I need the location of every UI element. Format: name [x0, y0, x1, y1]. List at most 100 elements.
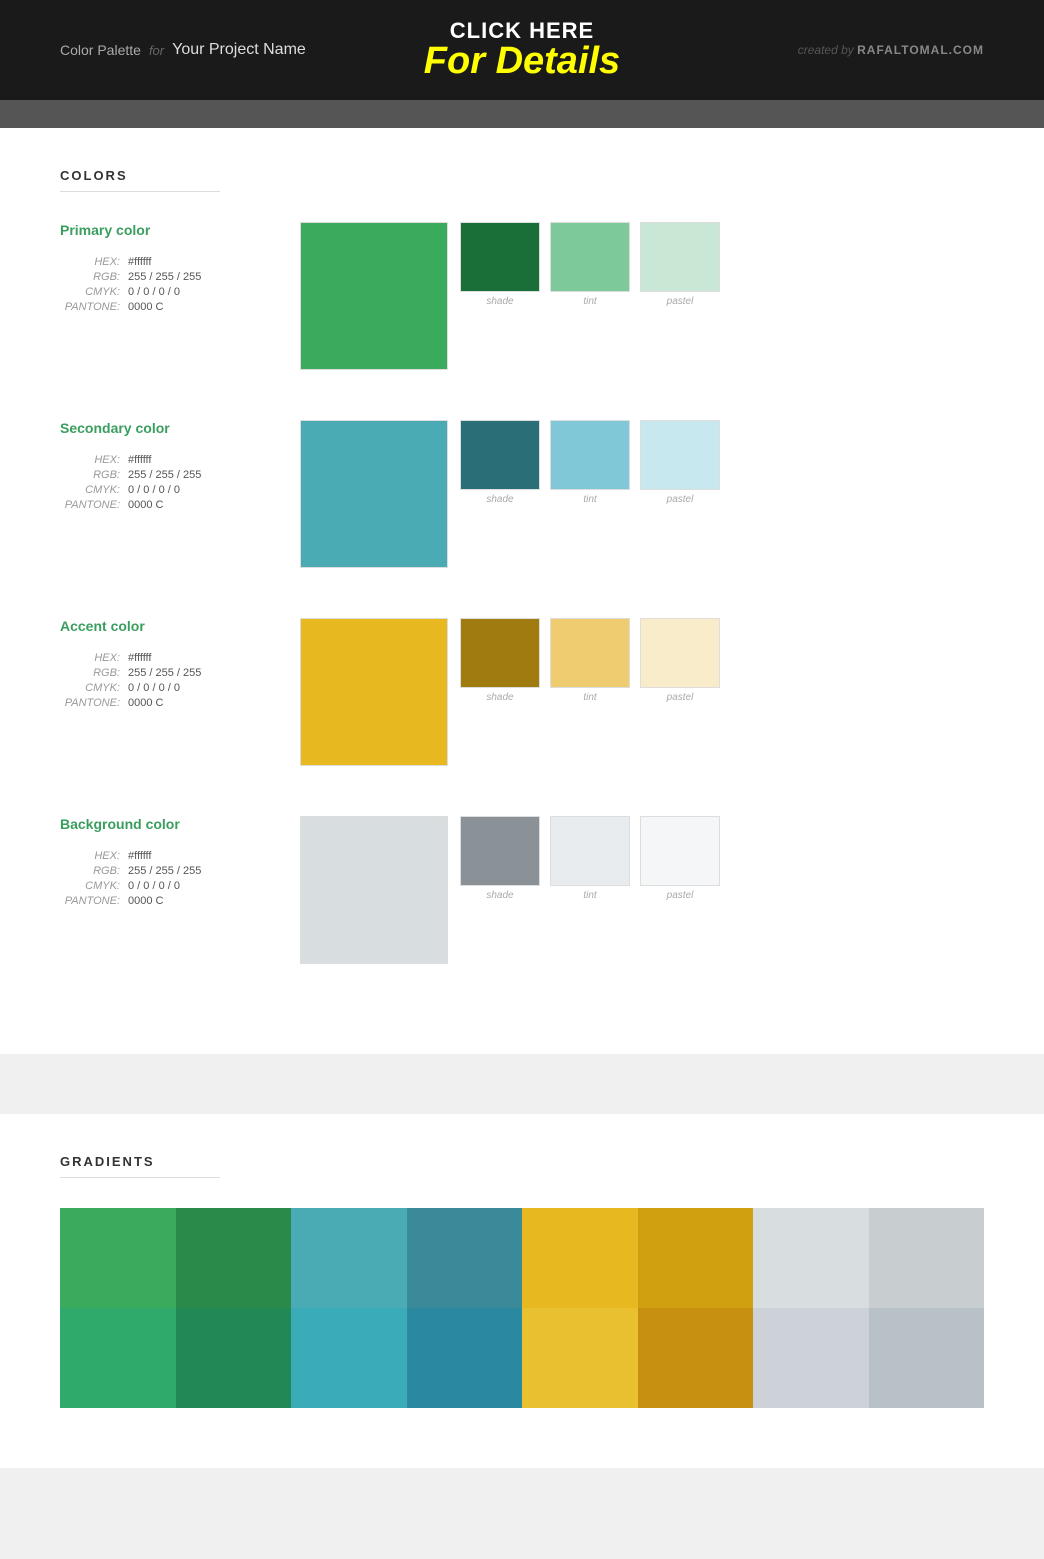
color-label-0: Primary color [60, 222, 280, 238]
site-name: RAFALTOMAL.COM [857, 43, 984, 57]
header-left: Color Palette for Your Project Name [60, 41, 306, 59]
tint-label-2: tint [583, 692, 596, 703]
gradient-row-1 [60, 1308, 984, 1408]
shade-swatch-1 [460, 420, 540, 490]
swatches-area-3: shade tint pastel [300, 816, 720, 964]
pastel-label-2: pastel [667, 692, 694, 703]
gradient-cell-0-1 [176, 1208, 292, 1308]
variant-swatches-1: shade tint pastel [460, 420, 720, 505]
pastel-swatch-0 [640, 222, 720, 292]
pastel-swatch-2 [640, 618, 720, 688]
gradient-cell-1-5 [638, 1308, 754, 1408]
variant-swatches-2: shade tint pastel [460, 618, 720, 703]
project-name: Your Project Name [172, 41, 306, 59]
header-for-text: for [149, 43, 164, 58]
gradient-cell-0-5 [638, 1208, 754, 1308]
main-content: COLORS Primary color HEX:#ffffff RGB:255… [0, 128, 1044, 1054]
gradients-section: GRADIENTS [0, 1114, 1044, 1468]
main-swatch-1 [300, 420, 448, 568]
tint-wrap-1: tint [550, 420, 630, 505]
color-section-3: Background color HEX:#ffffff RGB:255 / 2… [60, 816, 984, 964]
variant-row-0: shade tint pastel [460, 222, 720, 307]
pastel-label-3: pastel [667, 890, 694, 901]
color-section-2: Accent color HEX:#ffffff RGB:255 / 255 /… [60, 618, 984, 766]
tint-swatch-2 [550, 618, 630, 688]
gradient-cell-1-0 [60, 1308, 176, 1408]
shade-wrap-3: shade [460, 816, 540, 901]
gradient-cell-1-4 [522, 1308, 638, 1408]
tint-label-0: tint [583, 296, 596, 307]
variant-swatches-3: shade tint pastel [460, 816, 720, 901]
colors-section-title: COLORS [60, 168, 220, 192]
shade-label-0: shade [486, 296, 513, 307]
tint-swatch-0 [550, 222, 630, 292]
main-swatch-0 [300, 222, 448, 370]
pastel-wrap-3: pastel [640, 816, 720, 901]
color-spec-0: HEX:#ffffff RGB:255 / 255 / 255 CMYK:0 /… [60, 256, 280, 313]
pastel-wrap-0: pastel [640, 222, 720, 307]
section-divider [0, 1054, 1044, 1074]
created-by-label: created by [798, 43, 854, 57]
variant-row-1: shade tint pastel [460, 420, 720, 505]
gradient-cell-1-3 [407, 1308, 523, 1408]
tint-label-3: tint [583, 890, 596, 901]
colors-container: Primary color HEX:#ffffff RGB:255 / 255 … [60, 222, 984, 964]
gradient-cell-1-7 [869, 1308, 985, 1408]
color-label-2: Accent color [60, 618, 280, 634]
gradient-cell-1-1 [176, 1308, 292, 1408]
sub-header-bar [0, 100, 1044, 128]
variant-row-3: shade tint pastel [460, 816, 720, 901]
gradient-grid [60, 1208, 984, 1408]
gradient-cell-1-6 [753, 1308, 869, 1408]
color-spec-1: HEX:#ffffff RGB:255 / 255 / 255 CMYK:0 /… [60, 454, 280, 511]
shade-label-1: shade [486, 494, 513, 505]
main-swatch-3 [300, 816, 448, 964]
for-details-text: For Details [424, 42, 620, 80]
color-info-1: Secondary color HEX:#ffffff RGB:255 / 25… [60, 420, 280, 511]
header: Color Palette for Your Project Name CLIC… [0, 0, 1044, 100]
header-center-cta[interactable]: CLICK HERE For Details [424, 20, 620, 80]
pastel-swatch-3 [640, 816, 720, 886]
color-info-3: Background color HEX:#ffffff RGB:255 / 2… [60, 816, 280, 907]
shade-wrap-0: shade [460, 222, 540, 307]
gradient-cell-1-2 [291, 1308, 407, 1408]
shade-wrap-1: shade [460, 420, 540, 505]
color-info-2: Accent color HEX:#ffffff RGB:255 / 255 /… [60, 618, 280, 709]
tint-swatch-1 [550, 420, 630, 490]
swatches-area-0: shade tint pastel [300, 222, 720, 370]
color-section-1: Secondary color HEX:#ffffff RGB:255 / 25… [60, 420, 984, 568]
gradients-section-title: GRADIENTS [60, 1154, 220, 1178]
pastel-swatch-1 [640, 420, 720, 490]
tint-wrap-3: tint [550, 816, 630, 901]
shade-swatch-2 [460, 618, 540, 688]
color-label-1: Secondary color [60, 420, 280, 436]
pastel-label-1: pastel [667, 494, 694, 505]
shade-label-3: shade [486, 890, 513, 901]
gradient-cell-0-6 [753, 1208, 869, 1308]
swatches-area-2: shade tint pastel [300, 618, 720, 766]
tint-wrap-2: tint [550, 618, 630, 703]
shade-swatch-3 [460, 816, 540, 886]
color-info-0: Primary color HEX:#ffffff RGB:255 / 255 … [60, 222, 280, 313]
palette-title: Color Palette [60, 42, 141, 58]
tint-label-1: tint [583, 494, 596, 505]
color-section-0: Primary color HEX:#ffffff RGB:255 / 255 … [60, 222, 984, 370]
header-right: created by RAFALTOMAL.COM [798, 43, 984, 57]
tint-swatch-3 [550, 816, 630, 886]
click-here-text: CLICK HERE [424, 20, 620, 42]
gradient-cell-0-0 [60, 1208, 176, 1308]
shade-wrap-2: shade [460, 618, 540, 703]
pastel-label-0: pastel [667, 296, 694, 307]
shade-label-2: shade [486, 692, 513, 703]
gradient-row-0 [60, 1208, 984, 1308]
pastel-wrap-2: pastel [640, 618, 720, 703]
gradient-cell-0-7 [869, 1208, 985, 1308]
gradient-cell-0-4 [522, 1208, 638, 1308]
pastel-wrap-1: pastel [640, 420, 720, 505]
tint-wrap-0: tint [550, 222, 630, 307]
variant-row-2: shade tint pastel [460, 618, 720, 703]
gradient-cell-0-3 [407, 1208, 523, 1308]
color-spec-3: HEX:#ffffff RGB:255 / 255 / 255 CMYK:0 /… [60, 850, 280, 907]
color-spec-2: HEX:#ffffff RGB:255 / 255 / 255 CMYK:0 /… [60, 652, 280, 709]
shade-swatch-0 [460, 222, 540, 292]
